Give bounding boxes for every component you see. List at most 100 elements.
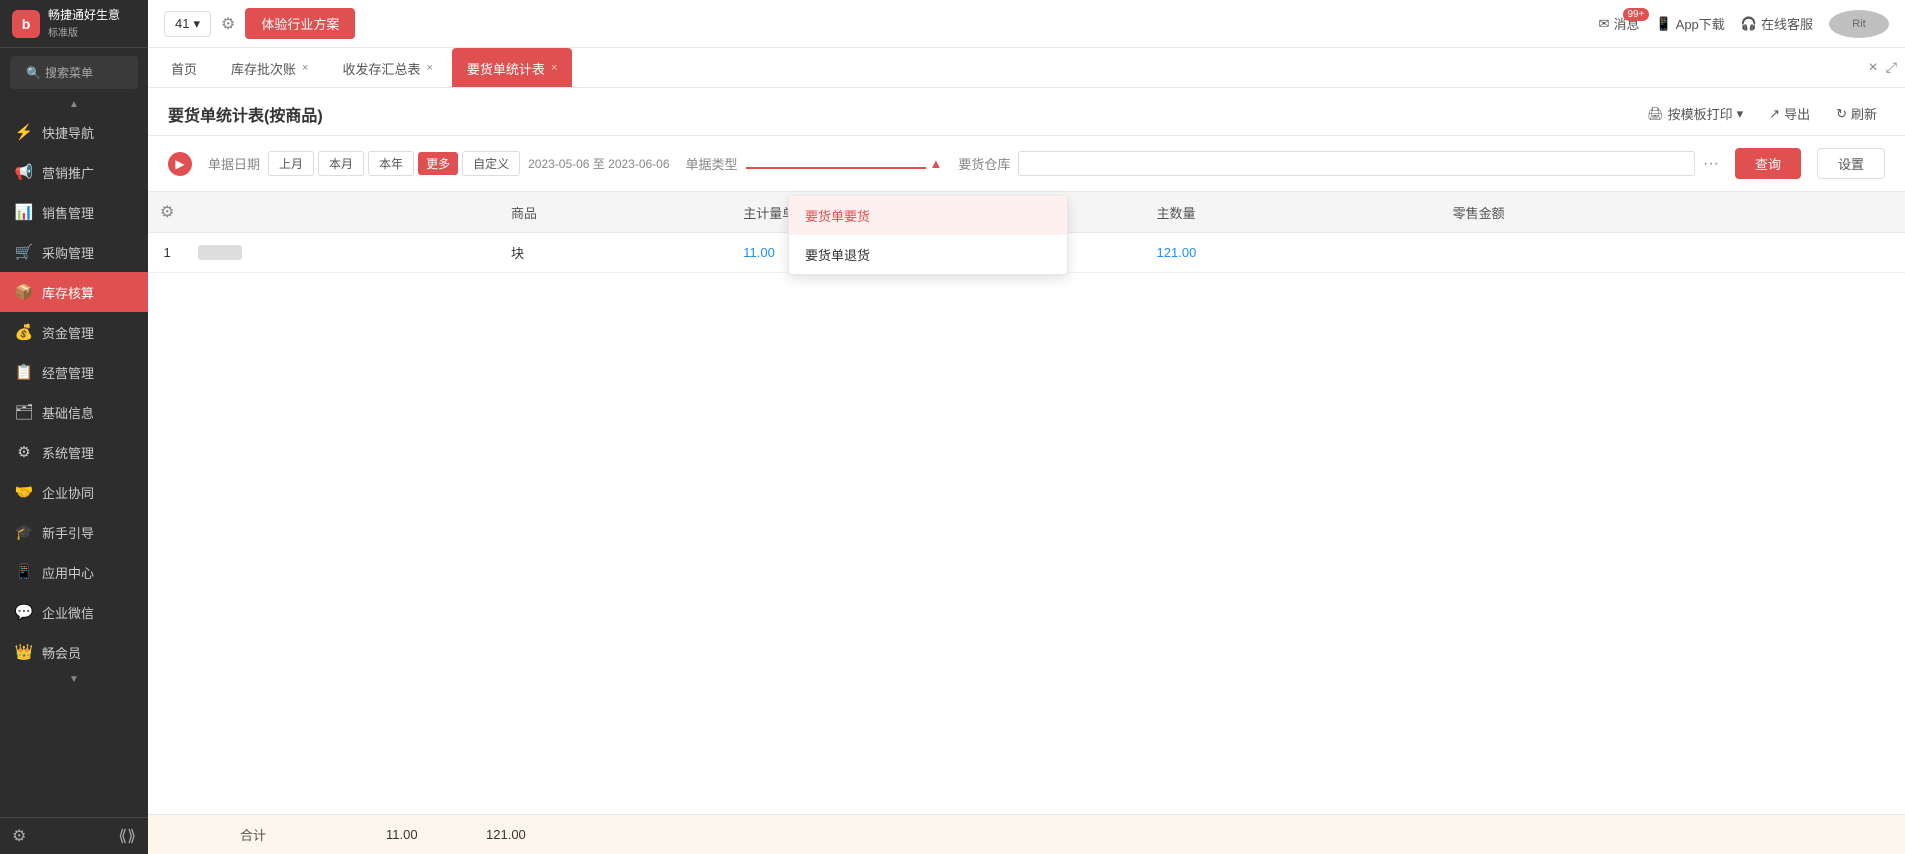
collapse-icon[interactable]: ⟪⟫ xyxy=(118,826,136,846)
col-amount: 零售金额 xyxy=(1441,192,1794,233)
prev-month-button[interactable]: 上月 xyxy=(268,151,314,176)
dropdown-item-requisition[interactable]: 要货单要货 xyxy=(789,196,1067,235)
date-filter-section: 单据日期 上月 本月 本年 更多 自定义 2023-05-06 至 2023-0… xyxy=(208,151,670,176)
expand-icon[interactable]: ⤢ xyxy=(1886,59,1897,76)
scroll-up-indicator: ▲ xyxy=(0,97,148,112)
tab-receive-summary[interactable]: 收发存汇总表 × xyxy=(327,48,447,87)
current-month-button[interactable]: 本月 xyxy=(318,151,364,176)
col-qty: 主数量 xyxy=(1145,192,1441,233)
table-footer: 合计 11.00 121.00 xyxy=(148,814,1905,854)
sidebar-item-sales[interactable]: 📊 销售管理 xyxy=(0,192,148,232)
type-dropdown: 要货单要货 要货单退货 xyxy=(788,195,1068,275)
col-extra xyxy=(1794,192,1905,233)
sidebar-item-enterprise[interactable]: 🤝 企业协同 xyxy=(0,472,148,512)
marketing-icon: 📢 xyxy=(14,162,34,182)
tab-order-stats[interactable]: 要货单统计表 × xyxy=(452,48,572,87)
sidebar-item-finance[interactable]: 💰 资金管理 xyxy=(0,312,148,352)
query-button[interactable]: 查询 xyxy=(1735,148,1801,179)
sidebar-item-basic-info[interactable]: 🗂 基础信息 xyxy=(0,392,148,432)
operations-icon: 📋 xyxy=(14,362,34,382)
cell-extra-1 xyxy=(1441,233,1794,273)
brand-text: 畅捷通好生意 标准版 xyxy=(48,8,120,39)
sidebar-item-operations[interactable]: 📋 经营管理 xyxy=(0,352,148,392)
date-range-display: 2023-05-06 至 2023-06-06 xyxy=(528,155,669,172)
brand-icon: b xyxy=(12,10,40,38)
tab-close-order-stats[interactable]: × xyxy=(551,62,557,74)
sidebar-item-system[interactable]: ⚙ 系统管理 xyxy=(0,432,148,472)
cell-unit-1: 块 xyxy=(499,233,731,273)
page-header: 要货单统计表(按商品) 🖨 按模板打印 ▾ ↗ 导出 ↻ 刷新 xyxy=(148,88,1905,136)
tab-home[interactable]: 首页 xyxy=(156,48,212,87)
topbar-right: ✉ 消息 99+ 📱 App下载 🎧 在线客服 Rit xyxy=(1599,10,1889,38)
company-selector[interactable]: 41 ▾ xyxy=(164,11,211,37)
more-dates-badge[interactable]: 更多 xyxy=(418,152,458,175)
gear-icon[interactable]: ⚙ xyxy=(221,14,235,34)
sidebar-item-quick-nav[interactable]: ⚡ 快捷导航 xyxy=(0,112,148,152)
main-area: 41 ▾ ⚙ 体验行业方案 ✉ 消息 99+ 📱 App下载 🎧 在线客服 Ri… xyxy=(148,0,1905,854)
col-settings-icon[interactable]: ⚙ xyxy=(160,204,174,221)
trial-button[interactable]: 体验行业方案 xyxy=(245,8,355,39)
cell-amount-1[interactable]: 121.00 xyxy=(1145,233,1441,273)
type-filter-input: ▲ xyxy=(746,156,943,171)
enterprise-wx-icon: 💬 xyxy=(14,602,34,622)
search-icon: 🔍 xyxy=(26,66,41,80)
app-center-icon: 📱 xyxy=(14,562,34,582)
dropdown-item-return[interactable]: 要货单退货 xyxy=(789,235,1067,274)
export-icon: ↗ xyxy=(1769,106,1780,122)
scroll-down-indicator: ▼ xyxy=(0,672,148,687)
tab-close-inventory-batch[interactable]: × xyxy=(302,62,308,74)
page-title: 要货单统计表(按商品) xyxy=(168,102,323,126)
messages-button[interactable]: ✉ 消息 99+ xyxy=(1599,14,1640,33)
phone-icon: 📱 xyxy=(1655,16,1671,32)
sidebar-item-purchase[interactable]: 🛒 采购管理 xyxy=(0,232,148,272)
filter-expand-button[interactable]: ▶ xyxy=(168,152,192,176)
sidebar-item-inventory[interactable]: 📦 库存核算 xyxy=(0,272,148,312)
user-avatar[interactable]: Rit xyxy=(1829,10,1889,38)
refresh-button[interactable]: ↻ 刷新 xyxy=(1828,100,1885,127)
warehouse-filter-label: 要货仓库 xyxy=(958,154,1010,173)
print-button[interactable]: 🖨 按模板打印 ▾ xyxy=(1639,100,1751,127)
data-table-container: ⚙ 商品 主计量单位 主数量 零售金额 1 xyxy=(148,192,1905,814)
settings-icon[interactable]: ⚙ xyxy=(12,826,26,846)
settings-button[interactable]: 设置 xyxy=(1817,148,1885,179)
sidebar-item-membership[interactable]: 👑 畅会员 xyxy=(0,632,148,672)
search-menu[interactable]: 🔍 搜索菜单 xyxy=(10,56,138,89)
cell-seq-1: 1 xyxy=(148,233,186,273)
sidebar-item-marketing[interactable]: 📢 营销推广 xyxy=(0,152,148,192)
type-chevron-up-icon[interactable]: ▲ xyxy=(930,156,943,171)
headset-icon: 🎧 xyxy=(1741,16,1757,32)
current-year-button[interactable]: 本年 xyxy=(368,151,414,176)
footer-label: 合计 xyxy=(240,825,266,844)
footer-qty: 11.00 xyxy=(386,827,486,842)
tab-inventory-batch[interactable]: 库存批次账 × xyxy=(216,48,323,87)
system-icon: ⚙ xyxy=(14,442,34,462)
basic-info-icon: 🗂 xyxy=(14,402,34,422)
sidebar-nav: ▲ ⚡ 快捷导航 📢 营销推广 📊 销售管理 🛒 采购管理 📦 库存核算 💰 资… xyxy=(0,97,148,817)
more-filters-icon[interactable]: ··· xyxy=(1703,155,1719,173)
guide-icon: 🎓 xyxy=(14,522,34,542)
sidebar-item-app-center[interactable]: 📱 应用中心 xyxy=(0,552,148,592)
refresh-icon: ↻ xyxy=(1836,106,1847,122)
sidebar-item-enterprise-wx[interactable]: 💬 企业微信 xyxy=(0,592,148,632)
online-service-button[interactable]: 🎧 在线客服 xyxy=(1741,14,1813,33)
custom-date-button[interactable]: 自定义 xyxy=(462,151,520,176)
message-icon: ✉ xyxy=(1599,16,1610,32)
warehouse-filter-input[interactable] xyxy=(1018,151,1695,176)
sidebar-logo: b 畅捷通好生意 标准版 xyxy=(0,0,148,48)
page-content: 要货单统计表(按商品) 🖨 按模板打印 ▾ ↗ 导出 ↻ 刷新 ▶ xyxy=(148,88,1905,854)
tab-close-receive-summary[interactable]: × xyxy=(426,62,432,74)
cell-product-1 xyxy=(186,233,499,273)
col-product: 商品 xyxy=(499,192,731,233)
type-select[interactable] xyxy=(746,159,926,169)
app-download-button[interactable]: 📱 App下载 xyxy=(1655,14,1724,33)
topbar-left: 41 ▾ ⚙ 体验行业方案 xyxy=(164,8,355,39)
sidebar: b 畅捷通好生意 标准版 🔍 搜索菜单 ▲ ⚡ 快捷导航 📢 营销推广 📊 销售… xyxy=(0,0,148,854)
page-actions: 🖨 按模板打印 ▾ ↗ 导出 ↻ 刷新 xyxy=(1639,100,1885,127)
col-settings: ⚙ xyxy=(148,192,186,233)
sidebar-bottom: ⚙ ⟪⟫ xyxy=(0,817,148,854)
sidebar-item-guide[interactable]: 🎓 新手引导 xyxy=(0,512,148,552)
export-button[interactable]: ↗ 导出 xyxy=(1761,100,1818,127)
inventory-icon: 📦 xyxy=(14,282,34,302)
footer-amount: 121.00 xyxy=(486,827,586,842)
close-all-icon[interactable]: × xyxy=(1868,59,1877,77)
